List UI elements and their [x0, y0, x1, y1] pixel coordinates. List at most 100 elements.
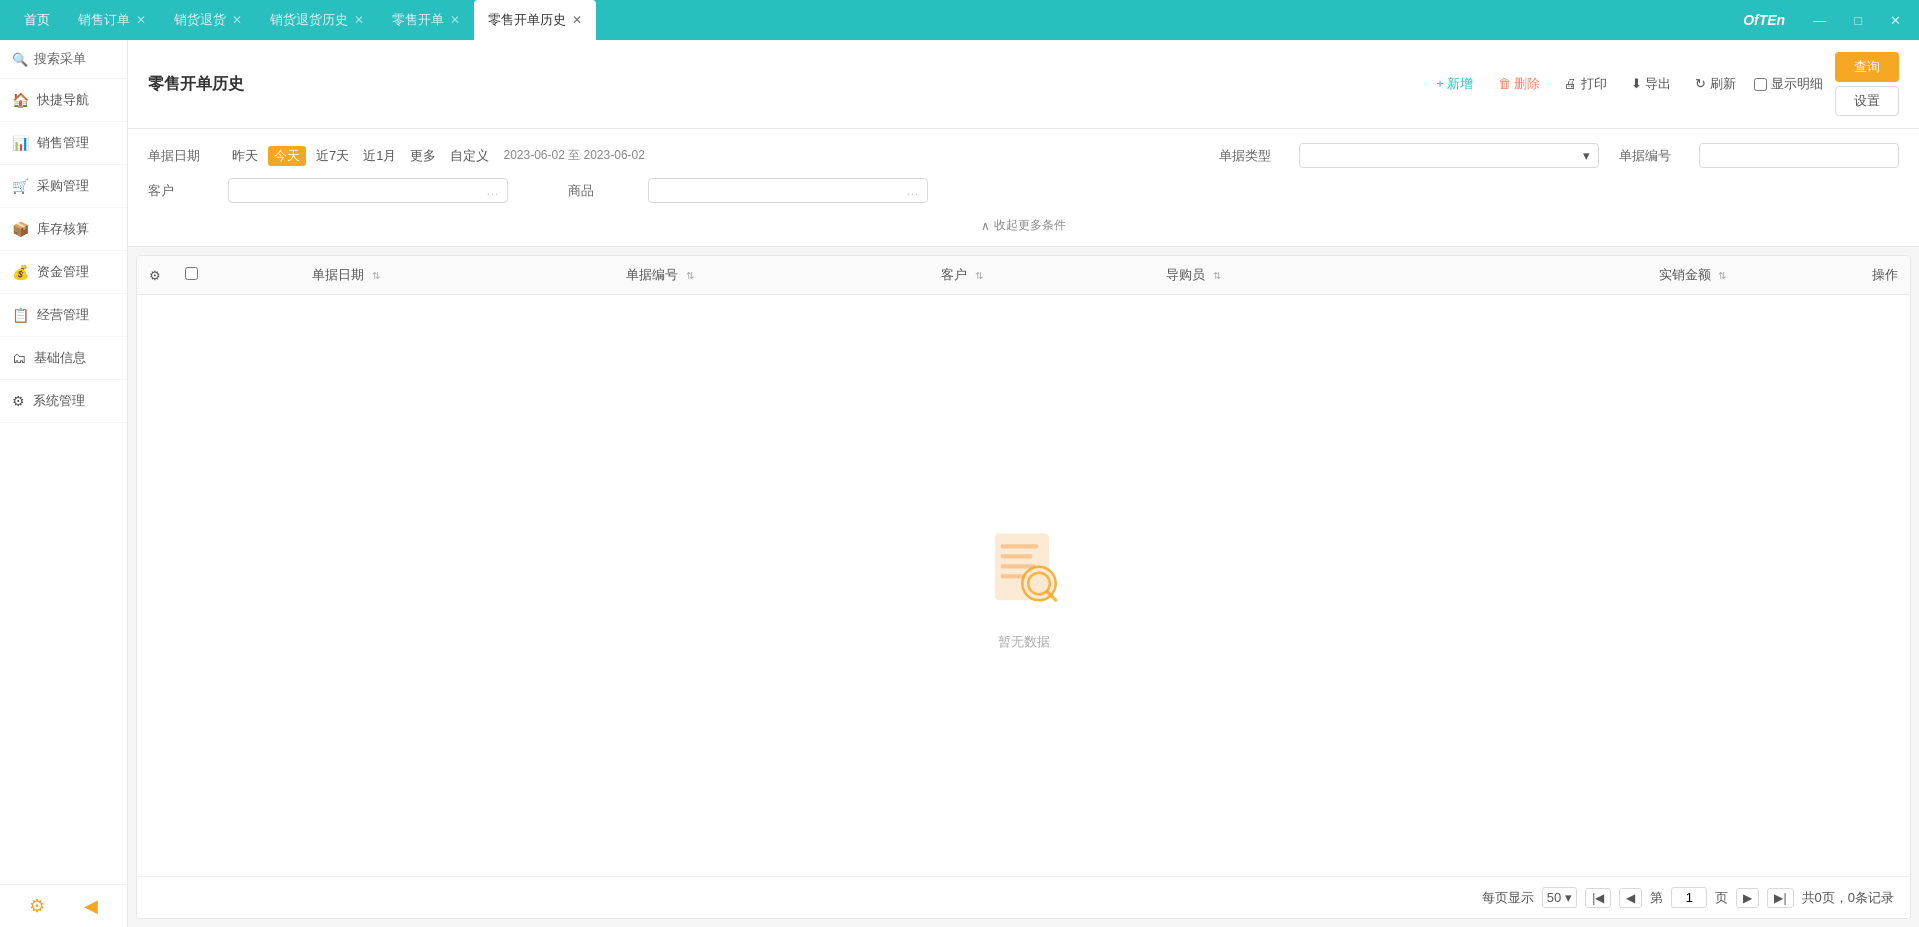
th-customer-sort-icon[interactable]: ⇅ — [975, 270, 983, 281]
print-button[interactable]: 🖨 打印 — [1558, 71, 1613, 97]
sidebar-item-basic-info[interactable]: 🗂 基础信息 — [0, 337, 127, 380]
sidebar-item-inventory[interactable]: 📦 库存核算 — [0, 208, 127, 251]
tab-bar: 首页 销售订单 ✕ 销货退货 ✕ 销货退货历史 ✕ 零售开单 ✕ 零售开单历史 … — [0, 0, 1919, 40]
main-layout: 🔍 搜索采单 🏠 快捷导航 📊 销售管理 🛒 采购管理 📦 库存核算 💰 资金管… — [0, 40, 1919, 927]
system-icon: ⚙ — [12, 393, 25, 409]
th-date-label: 单据日期 — [312, 267, 364, 282]
basic-info-icon: 🗂 — [12, 350, 26, 366]
tab-sales-return-history-label: 销货退货历史 — [270, 11, 348, 29]
svg-rect-2 — [1000, 554, 1032, 558]
date-opt-more[interactable]: 更多 — [406, 146, 440, 166]
goods-input[interactable]: … — [648, 178, 928, 203]
display-detail-label: 显示明细 — [1771, 75, 1823, 93]
tab-sales-return-close[interactable]: ✕ — [232, 13, 242, 27]
th-checkbox-col — [173, 256, 300, 295]
page-unit: 页 — [1715, 889, 1728, 907]
th-amount-sort-icon[interactable]: ⇅ — [1718, 270, 1726, 281]
collapse-label: 收起更多条件 — [994, 217, 1066, 234]
th-settings: ⚙ — [137, 256, 173, 295]
number-input[interactable] — [1699, 143, 1899, 168]
add-button[interactable]: + 新增 — [1430, 71, 1479, 97]
inventory-icon: 📦 — [12, 221, 29, 237]
purchase-icon: 🛒 — [12, 178, 29, 194]
tab-sales-return-history[interactable]: 销货退货历史 ✕ — [256, 0, 378, 40]
date-opt-1month[interactable]: 近1月 — [359, 146, 400, 166]
table-settings-gear-icon[interactable]: ⚙ — [149, 268, 161, 283]
sidebar-collapse-icon[interactable]: ◀ — [84, 895, 98, 917]
collapse-button[interactable]: ∧ 收起更多条件 — [148, 213, 1899, 238]
sidebar-item-quick-nav-label: 快捷导航 — [37, 91, 89, 109]
customer-input[interactable]: … — [228, 178, 508, 203]
sidebar-item-sales[interactable]: 📊 销售管理 — [0, 122, 127, 165]
page-size-value: 50 — [1547, 890, 1561, 905]
refresh-button[interactable]: ↻ 刷新 — [1689, 71, 1742, 97]
tab-sales-order-close[interactable]: ✕ — [136, 13, 146, 27]
page-prev-btn[interactable]: ◀ — [1619, 888, 1642, 908]
sidebar-settings-icon[interactable]: ⚙ — [29, 895, 45, 917]
display-detail-check[interactable] — [1754, 78, 1767, 91]
customer-label: 客户 — [148, 182, 208, 200]
date-label: 单据日期 — [148, 147, 208, 165]
settings-button[interactable]: 设置 — [1835, 86, 1899, 116]
page-label: 第 — [1650, 889, 1663, 907]
th-date-sort-icon[interactable]: ⇅ — [372, 270, 380, 281]
page-header: 零售开单历史 + 新增 🗑 删除 🖨 打印 ⬇ 导出 ↻ 刷新 显示明细 查询 … — [128, 40, 1919, 129]
maximize-btn[interactable]: □ — [1846, 11, 1870, 30]
tab-sales-order[interactable]: 销售订单 ✕ — [64, 0, 160, 40]
delete-button[interactable]: 🗑 删除 — [1492, 71, 1547, 97]
data-table: ⚙ 单据日期 ⇅ 单据编号 ⇅ — [137, 256, 1910, 295]
page-size-select[interactable]: 50 ▾ — [1542, 887, 1577, 908]
sidebar-item-finance-label: 资金管理 — [37, 263, 89, 281]
date-options: 昨天 今天 近7天 近1月 更多 自定义 2023-06-02 至 2023-0… — [228, 146, 645, 166]
sidebar-item-system-label: 系统管理 — [33, 392, 85, 410]
sidebar-item-operations[interactable]: 📋 经营管理 — [0, 294, 127, 337]
date-opt-7days[interactable]: 近7天 — [312, 146, 353, 166]
page-next-btn[interactable]: ▶ — [1736, 888, 1759, 908]
type-select[interactable]: ▾ — [1299, 143, 1599, 168]
svg-rect-4 — [1000, 574, 1025, 578]
sidebar-item-quick-nav[interactable]: 🏠 快捷导航 — [0, 79, 127, 122]
date-opt-custom[interactable]: 自定义 — [446, 146, 493, 166]
minimize-btn[interactable]: — — [1805, 11, 1834, 30]
th-amount: 实销金额 ⇅ — [1424, 256, 1738, 295]
sidebar-search-label: 搜索采单 — [34, 50, 86, 68]
tab-sales-return[interactable]: 销货退货 ✕ — [160, 0, 256, 40]
date-opt-yesterday[interactable]: 昨天 — [228, 146, 262, 166]
sidebar-item-finance[interactable]: 💰 资金管理 — [0, 251, 127, 294]
tab-sales-return-history-close[interactable]: ✕ — [354, 13, 364, 27]
tab-sales-order-label: 销售订单 — [78, 11, 130, 29]
th-amount-label: 实销金额 — [1659, 267, 1711, 282]
tab-home[interactable]: 首页 — [10, 0, 64, 40]
sidebar-item-system[interactable]: ⚙ 系统管理 — [0, 380, 127, 423]
page-last-btn[interactable]: ▶| — [1767, 888, 1793, 908]
table-header-row: ⚙ 单据日期 ⇅ 单据编号 ⇅ — [137, 256, 1910, 295]
page-size-label: 每页显示 — [1482, 889, 1534, 907]
page-number-input[interactable]: 1 — [1671, 887, 1707, 908]
tab-retail-order-history-close[interactable]: ✕ — [572, 13, 582, 27]
tab-retail-order[interactable]: 零售开单 ✕ — [378, 0, 474, 40]
select-all-checkbox[interactable] — [185, 267, 198, 280]
query-button[interactable]: 查询 — [1835, 52, 1899, 82]
page-first-btn[interactable]: |◀ — [1585, 888, 1611, 908]
sidebar-item-sales-label: 销售管理 — [37, 134, 89, 152]
date-opt-today[interactable]: 今天 — [268, 146, 306, 166]
empty-state: 暂无数据 — [137, 295, 1910, 876]
sidebar-item-purchase[interactable]: 🛒 采购管理 — [0, 165, 127, 208]
total-text: 共0页，0条记录 — [1802, 889, 1894, 907]
export-button[interactable]: ⬇ 导出 — [1625, 71, 1678, 97]
number-label: 单据编号 — [1619, 147, 1679, 165]
search-icon: 🔍 — [12, 52, 28, 67]
tab-retail-order-history[interactable]: 零售开单历史 ✕ — [474, 0, 596, 40]
th-guide-sort-icon[interactable]: ⇅ — [1213, 270, 1221, 281]
finance-icon: 💰 — [12, 264, 29, 280]
table-area: ⚙ 单据日期 ⇅ 单据编号 ⇅ — [136, 255, 1911, 919]
quick-nav-icon: 🏠 — [12, 92, 29, 108]
close-btn[interactable]: ✕ — [1882, 11, 1909, 30]
tab-retail-order-close[interactable]: ✕ — [450, 13, 460, 27]
sidebar-search[interactable]: 🔍 搜索采单 — [0, 40, 127, 79]
display-detail-checkbox[interactable]: 显示明细 — [1754, 75, 1823, 93]
page-title: 零售开单历史 — [148, 74, 244, 95]
th-number-sort-icon[interactable]: ⇅ — [686, 270, 694, 281]
toolbar: + 新增 🗑 删除 🖨 打印 ⬇ 导出 ↻ 刷新 显示明细 查询 设置 — [1430, 52, 1899, 116]
sidebar-item-inventory-label: 库存核算 — [37, 220, 89, 238]
